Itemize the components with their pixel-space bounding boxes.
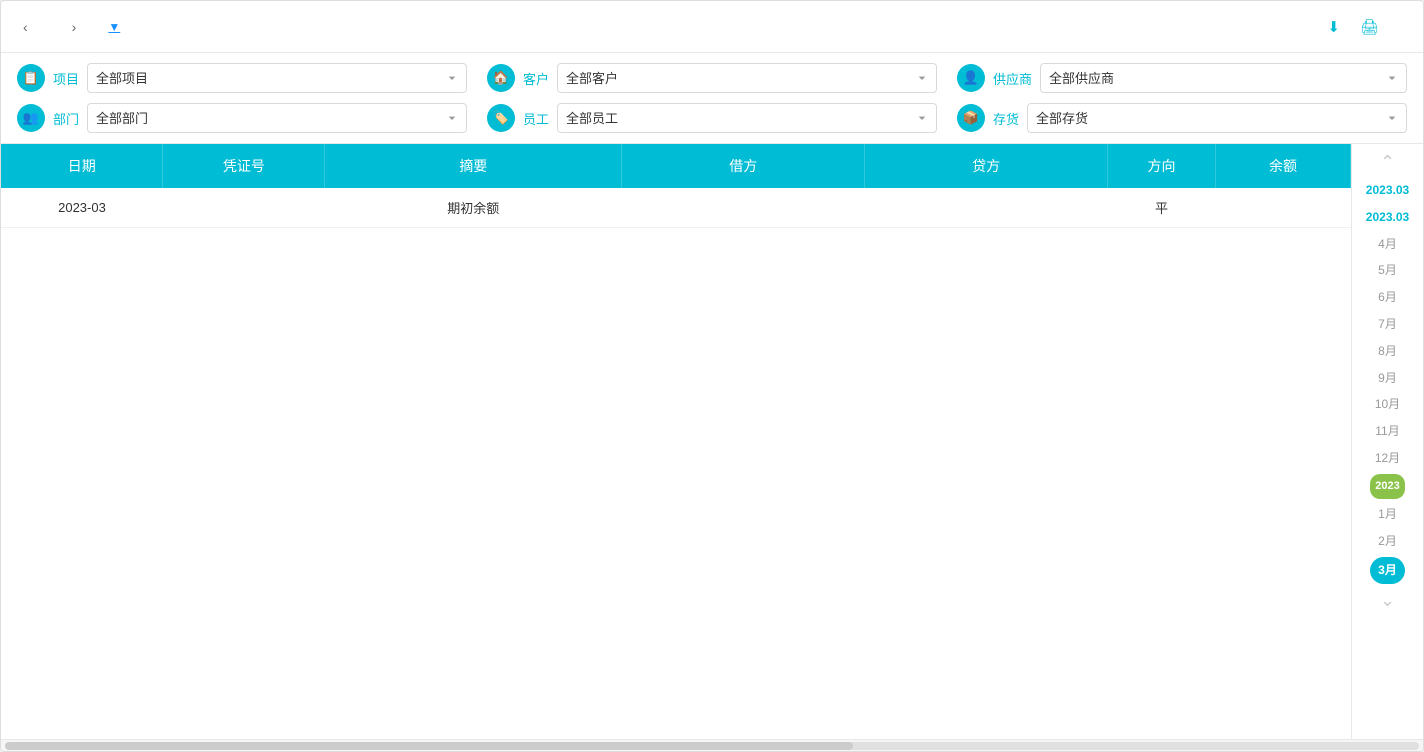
employee-filter-group: 🏷️ 员工 全部员工 bbox=[487, 103, 937, 133]
sub-filter-control[interactable]: ▼ bbox=[102, 20, 120, 34]
cell-balance bbox=[1216, 188, 1351, 228]
month-12[interactable]: 12月 bbox=[1362, 445, 1413, 472]
horizontal-scrollbar[interactable] bbox=[1, 739, 1423, 751]
customer-filter-group: 🏠 客户 全部客户 bbox=[487, 63, 937, 93]
month-3-active[interactable]: 3月 bbox=[1370, 557, 1405, 584]
customer-label: 客户 bbox=[523, 69, 549, 88]
month-9[interactable]: 9月 bbox=[1362, 365, 1413, 392]
month-1[interactable]: 1月 bbox=[1362, 501, 1413, 528]
month-6[interactable]: 6月 bbox=[1362, 284, 1413, 311]
department-icon: 👥 bbox=[17, 104, 45, 132]
col-balance: 余额 bbox=[1216, 144, 1351, 188]
col-voucher: 凭证号 bbox=[163, 144, 325, 188]
employee-select[interactable]: 全部员工 bbox=[557, 103, 937, 133]
month-10[interactable]: 10月 bbox=[1362, 391, 1413, 418]
print-button[interactable]: 🖨 bbox=[1360, 18, 1383, 36]
chevron-down-icon: ▼ bbox=[108, 20, 120, 34]
ledger-table: 日期 凭证号 摘要 借方 贷方 方向 余额 2023-03 期初余额 平 bbox=[1, 144, 1351, 228]
timeline-down-button[interactable]: ⌄ bbox=[1376, 586, 1399, 615]
next-account-button[interactable]: › bbox=[66, 17, 83, 37]
inventory-icon: 📦 bbox=[957, 104, 985, 132]
period-2023-03-top[interactable]: 2023.03 bbox=[1362, 177, 1413, 204]
download-button[interactable]: ⬇ bbox=[1327, 18, 1344, 36]
employee-icon: 🏷️ bbox=[487, 104, 515, 132]
col-direction: 方向 bbox=[1108, 144, 1216, 188]
month-5[interactable]: 5月 bbox=[1362, 257, 1413, 284]
month-11[interactable]: 11月 bbox=[1362, 418, 1413, 445]
project-select[interactable]: 全部项目 bbox=[87, 63, 467, 93]
inventory-label: 存货 bbox=[993, 109, 1019, 128]
content-area: 日期 凭证号 摘要 借方 贷方 方向 余额 2023-03期初余额平 ⌃ 2 bbox=[1, 144, 1423, 739]
project-icon: 📋 bbox=[17, 64, 45, 92]
timeline-sidebar: ⌃ 2023.032023.034月5月6月7月8月9月10月11月12月202… bbox=[1351, 144, 1423, 739]
cell-debit bbox=[622, 188, 865, 228]
table-wrapper: 日期 凭证号 摘要 借方 贷方 方向 余额 2023-03 期初余额 平 bbox=[1, 144, 1351, 739]
table-header-row: 日期 凭证号 摘要 借方 贷方 方向 余额 bbox=[1, 144, 1351, 188]
cell-summary: 期初余额 bbox=[325, 188, 622, 228]
inventory-select[interactable]: 全部存货 bbox=[1027, 103, 1407, 133]
period-2023-03[interactable]: 2023.03 bbox=[1362, 204, 1413, 231]
month-4[interactable]: 4月 bbox=[1362, 231, 1413, 258]
print-icon: 🖨 bbox=[1360, 18, 1379, 36]
customer-icon: 🏠 bbox=[487, 64, 515, 92]
month-8[interactable]: 8月 bbox=[1362, 338, 1413, 365]
month-7[interactable]: 7月 bbox=[1362, 311, 1413, 338]
scroll-track bbox=[5, 742, 1419, 750]
filter-panel: 📋 项目 全部项目 🏠 客户 全部客户 👤 供应商 全部供应商 👥 部门 全 bbox=[1, 53, 1423, 144]
col-credit: 贷方 bbox=[865, 144, 1108, 188]
cell-direction: 平 bbox=[1108, 188, 1216, 228]
project-filter-group: 📋 项目 全部项目 bbox=[17, 63, 467, 93]
cell-voucher bbox=[163, 188, 325, 228]
department-filter-group: 👥 部门 全部部门 bbox=[17, 103, 467, 133]
col-date: 日期 bbox=[1, 144, 163, 188]
scroll-thumb[interactable] bbox=[5, 742, 853, 750]
department-select[interactable]: 全部部门 bbox=[87, 103, 467, 133]
supplier-select[interactable]: 全部供应商 bbox=[1040, 63, 1407, 93]
supplier-label: 供应商 bbox=[993, 69, 1032, 88]
cell-date: 2023-03 bbox=[1, 188, 163, 228]
main-modal: ‹ › ▼ ⬇ 🖨 📋 项目 全部项目 bbox=[0, 0, 1424, 752]
col-summary: 摘要 bbox=[325, 144, 622, 188]
inventory-filter-group: 📦 存货 全部存货 bbox=[957, 103, 1407, 133]
department-label: 部门 bbox=[53, 109, 79, 128]
project-label: 项目 bbox=[53, 69, 79, 88]
header-actions: ⬇ 🖨 bbox=[1327, 18, 1407, 36]
prev-account-button[interactable]: ‹ bbox=[17, 17, 34, 37]
table-row[interactable]: 2023-03 期初余额 平 bbox=[1, 188, 1351, 228]
customer-select[interactable]: 全部客户 bbox=[557, 63, 937, 93]
col-debit: 借方 bbox=[622, 144, 865, 188]
download-icon: ⬇ bbox=[1327, 18, 1340, 36]
month-2[interactable]: 2月 bbox=[1362, 528, 1413, 555]
cell-credit bbox=[865, 188, 1108, 228]
header: ‹ › ▼ ⬇ 🖨 bbox=[1, 1, 1423, 53]
timeline-up-button[interactable]: ⌃ bbox=[1376, 148, 1399, 177]
supplier-icon: 👤 bbox=[957, 64, 985, 92]
year-2023[interactable]: 2023 bbox=[1370, 474, 1405, 499]
supplier-filter-group: 👤 供应商 全部供应商 bbox=[957, 63, 1407, 93]
employee-label: 员工 bbox=[523, 109, 549, 128]
